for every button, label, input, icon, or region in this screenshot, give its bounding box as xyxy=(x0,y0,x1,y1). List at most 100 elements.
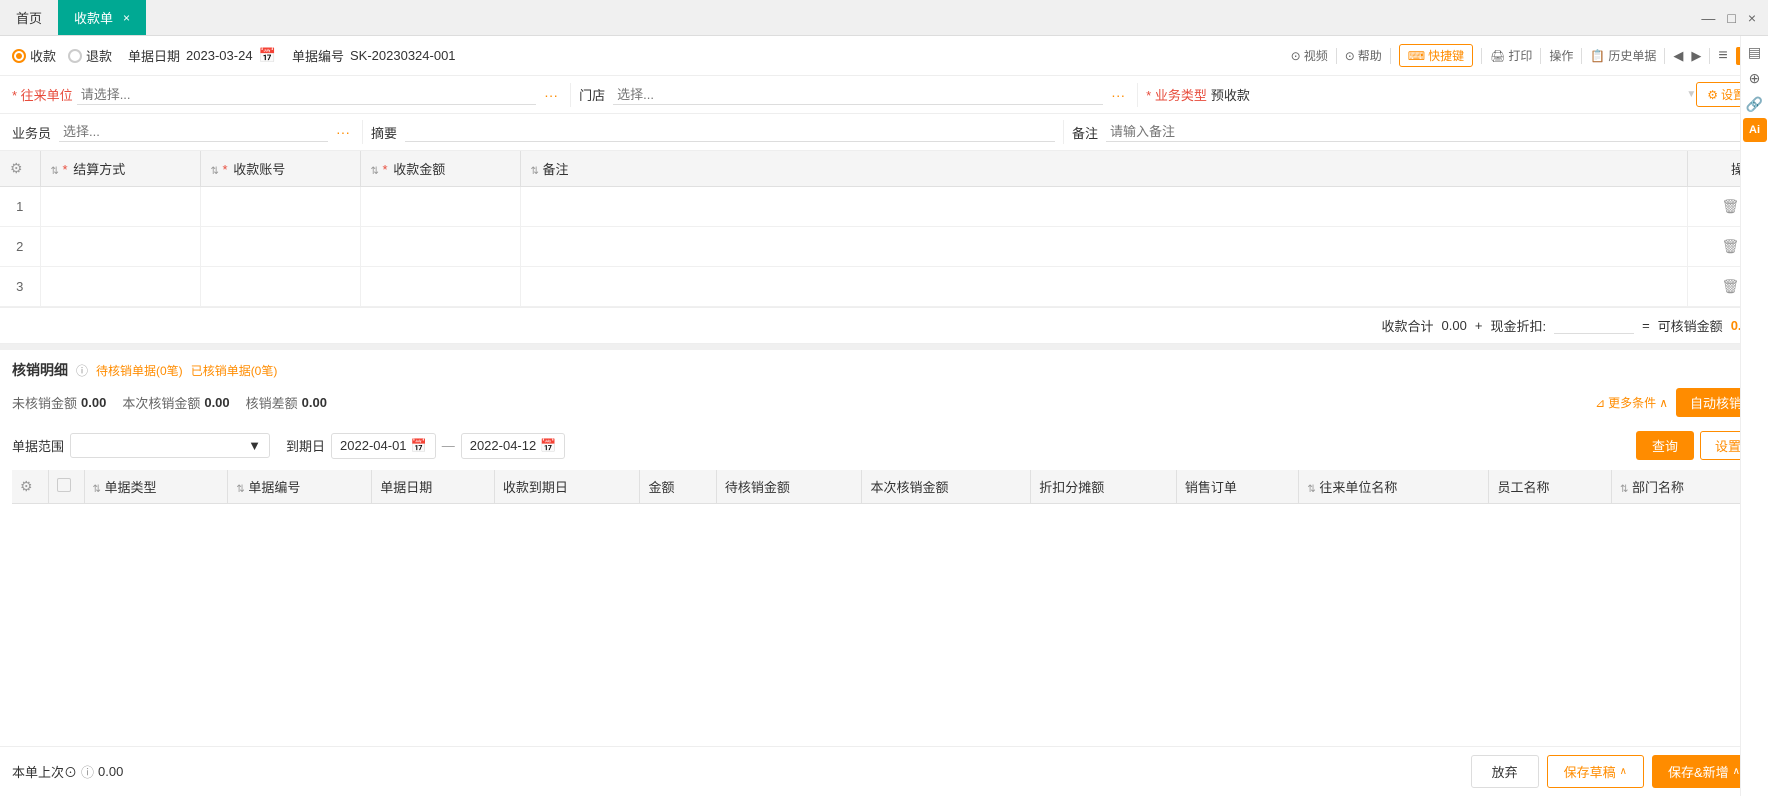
total-value: 0.00 xyxy=(1442,318,1467,333)
form-row-1: * 往来单位 ··· 门店 ··· * 业务类型 预收款 ▼ ⚙ 设置 xyxy=(0,76,1768,114)
radio-refund[interactable]: 退款 xyxy=(68,46,112,65)
main-table-wrapper: ⚙ ⇅ * 结算方式 ⇅ * 收款账号 ⇅ * 收款 xyxy=(0,151,1768,308)
sidebar-icon-table[interactable]: ▤ xyxy=(1743,40,1767,64)
help-icon: ⊙ xyxy=(1345,49,1355,63)
unchecked-stat: 未核销金额 0.00 xyxy=(12,393,106,412)
due-date-field: 到期日 2022-04-01 📅 — 2022-04-12 📅 xyxy=(286,433,565,459)
tab-current[interactable]: 收款单 × xyxy=(58,0,146,35)
th-gear: ⚙ xyxy=(0,151,40,187)
window-minimize[interactable]: — xyxy=(1697,8,1719,28)
second-gear-icon[interactable]: ⚙ xyxy=(20,478,33,494)
sidebar-icon-ai[interactable]: Ai xyxy=(1743,118,1767,142)
divider1 xyxy=(1336,48,1337,64)
partner-input[interactable] xyxy=(77,85,536,105)
sidebar-icon-link[interactable]: 🔗 xyxy=(1743,92,1767,116)
row-3-note[interactable] xyxy=(520,267,1688,307)
radio-receipt[interactable]: 收款 xyxy=(12,46,56,65)
row-3-delete-icon[interactable]: 🗑 xyxy=(1721,278,1739,295)
section-title: 核销明细 ⓘ 待核销单据(0笔) 已核销单据(0笔) xyxy=(12,360,1756,380)
row-3-amount[interactable] xyxy=(360,267,520,307)
row-1-settlement[interactable] xyxy=(40,187,200,227)
tab-close-btn[interactable]: × xyxy=(123,11,130,25)
th-account: ⇅ * 收款账号 xyxy=(200,151,360,187)
discount-input[interactable] xyxy=(1554,318,1634,334)
calendar-to-icon[interactable]: 📅 xyxy=(540,438,556,454)
filter-row: 单据范围 ▼ 到期日 2022-04-01 📅 — 2022-04-12 📅 xyxy=(12,425,1756,466)
row-1-delete-icon[interactable]: 🗑 xyxy=(1721,198,1739,215)
sep1 xyxy=(570,83,571,107)
row-1-amount[interactable] xyxy=(360,187,520,227)
th2-staff-name: 员工名称 xyxy=(1489,470,1612,504)
right-sidebar: ▤ ⊕ 🔗 Ai xyxy=(1740,36,1768,796)
query-btn[interactable]: 查询 xyxy=(1636,431,1694,460)
calendar-from-icon[interactable]: 📅 xyxy=(411,438,427,454)
th2-checkbox xyxy=(48,470,84,504)
nav-next-btn[interactable]: ▶ xyxy=(1691,48,1701,64)
note-input[interactable] xyxy=(1106,122,1756,142)
sidebar-icon-add[interactable]: ⊕ xyxy=(1743,66,1767,90)
date-value: 2023-03-24 xyxy=(186,48,253,63)
toolbar-right: ⊙ 视频 ⊙ 帮助 ⌨ 快捷键 🖨 打印 操作 xyxy=(1291,44,1756,67)
sales-rep-input[interactable] xyxy=(59,122,328,142)
save-draft-btn[interactable]: 保存草稿 ∧ xyxy=(1547,755,1644,788)
main-table: ⚙ ⇅ * 结算方式 ⇅ * 收款账号 ⇅ * 收款 xyxy=(0,151,1768,307)
th2-partner-name: ⇅ 往来单位名称 xyxy=(1299,470,1489,504)
filter-range-select[interactable]: ▼ xyxy=(70,433,270,458)
th2-sales-order: 销售订单 xyxy=(1176,470,1299,504)
summary-field: 摘要 xyxy=(371,122,1055,142)
row-1-account[interactable] xyxy=(200,187,360,227)
summary-input[interactable] xyxy=(405,122,1055,142)
completed-link[interactable]: 已核销单据(0笔) xyxy=(191,362,278,379)
abandon-btn[interactable]: 放弃 xyxy=(1471,755,1539,788)
row-3-account[interactable] xyxy=(200,267,360,307)
number-value: SK-20230324-001 xyxy=(350,48,456,63)
row-1-note[interactable] xyxy=(520,187,1688,227)
filter-range-label: 单据范围 xyxy=(12,436,64,455)
date-from-value: 2022-04-01 xyxy=(340,438,407,453)
window-close[interactable]: × xyxy=(1744,8,1760,28)
date-field: 单据日期 2023-03-24 📅 xyxy=(128,46,276,65)
more-conditions-btn[interactable]: ⊿ 更多条件 ∧ xyxy=(1595,394,1668,411)
radio-refund-dot xyxy=(68,49,82,63)
nav-prev-btn[interactable]: ◀ xyxy=(1673,48,1683,64)
row-2-settlement[interactable] xyxy=(40,227,200,267)
row-2-account[interactable] xyxy=(200,227,360,267)
calendar-icon[interactable]: 📅 xyxy=(259,47,276,64)
radio-receipt-dot xyxy=(12,49,26,63)
history-btn[interactable]: 📋 历史单据 xyxy=(1590,47,1656,64)
video-btn[interactable]: ⊙ 视频 xyxy=(1291,47,1328,64)
save-new-label: 保存&新增 xyxy=(1668,762,1729,781)
date-to-input[interactable]: 2022-04-12 📅 xyxy=(461,433,566,459)
sales-rep-more-btn[interactable]: ··· xyxy=(332,124,354,140)
save-draft-label: 保存草稿 xyxy=(1564,762,1616,781)
pending-link[interactable]: 待核销单据(0笔) xyxy=(96,362,183,379)
store-more-btn[interactable]: ··· xyxy=(1107,87,1129,103)
available-label: 可核销金额 xyxy=(1658,316,1723,335)
bottom-info-icon[interactable]: ⓘ xyxy=(81,762,94,781)
shortcut-icon: ⌨ xyxy=(1408,49,1425,63)
save-draft-arrow: ∧ xyxy=(1620,766,1627,777)
th2-gear: ⚙ xyxy=(12,470,48,504)
store-input[interactable] xyxy=(613,85,1103,105)
divider2 xyxy=(1390,48,1391,64)
tab-home[interactable]: 首页 xyxy=(0,0,58,35)
date-from-input[interactable]: 2022-04-01 📅 xyxy=(331,433,436,459)
second-table-wrapper[interactable]: ⚙ ⇅ 单据类型 ⇅ 单据编号 单据日期 xyxy=(12,470,1756,736)
row-3-settlement[interactable] xyxy=(40,267,200,307)
sep4 xyxy=(1063,120,1064,144)
row-2-amount[interactable] xyxy=(360,227,520,267)
row-2-note[interactable] xyxy=(520,227,1688,267)
operations-btn[interactable]: 操作 xyxy=(1549,47,1573,64)
bottom-label: 本单上次⊙ xyxy=(12,762,77,781)
shortcut-btn[interactable]: ⌨ 快捷键 xyxy=(1399,44,1473,67)
list-view-btn[interactable]: ≡ xyxy=(1718,47,1727,65)
partner-more-btn[interactable]: ··· xyxy=(540,87,562,103)
window-maximize[interactable]: □ xyxy=(1723,8,1739,28)
print-btn[interactable]: 🖨 打印 xyxy=(1490,47,1532,64)
gear-icon[interactable]: ⚙ xyxy=(10,160,23,176)
help-btn[interactable]: ⊙ 帮助 xyxy=(1345,47,1382,64)
select-all-checkbox[interactable] xyxy=(57,478,71,492)
section-info-icon[interactable]: ⓘ xyxy=(76,362,88,379)
business-type-dropdown[interactable]: ▼ xyxy=(1686,89,1696,100)
row-2-delete-icon[interactable]: 🗑 xyxy=(1721,238,1739,255)
